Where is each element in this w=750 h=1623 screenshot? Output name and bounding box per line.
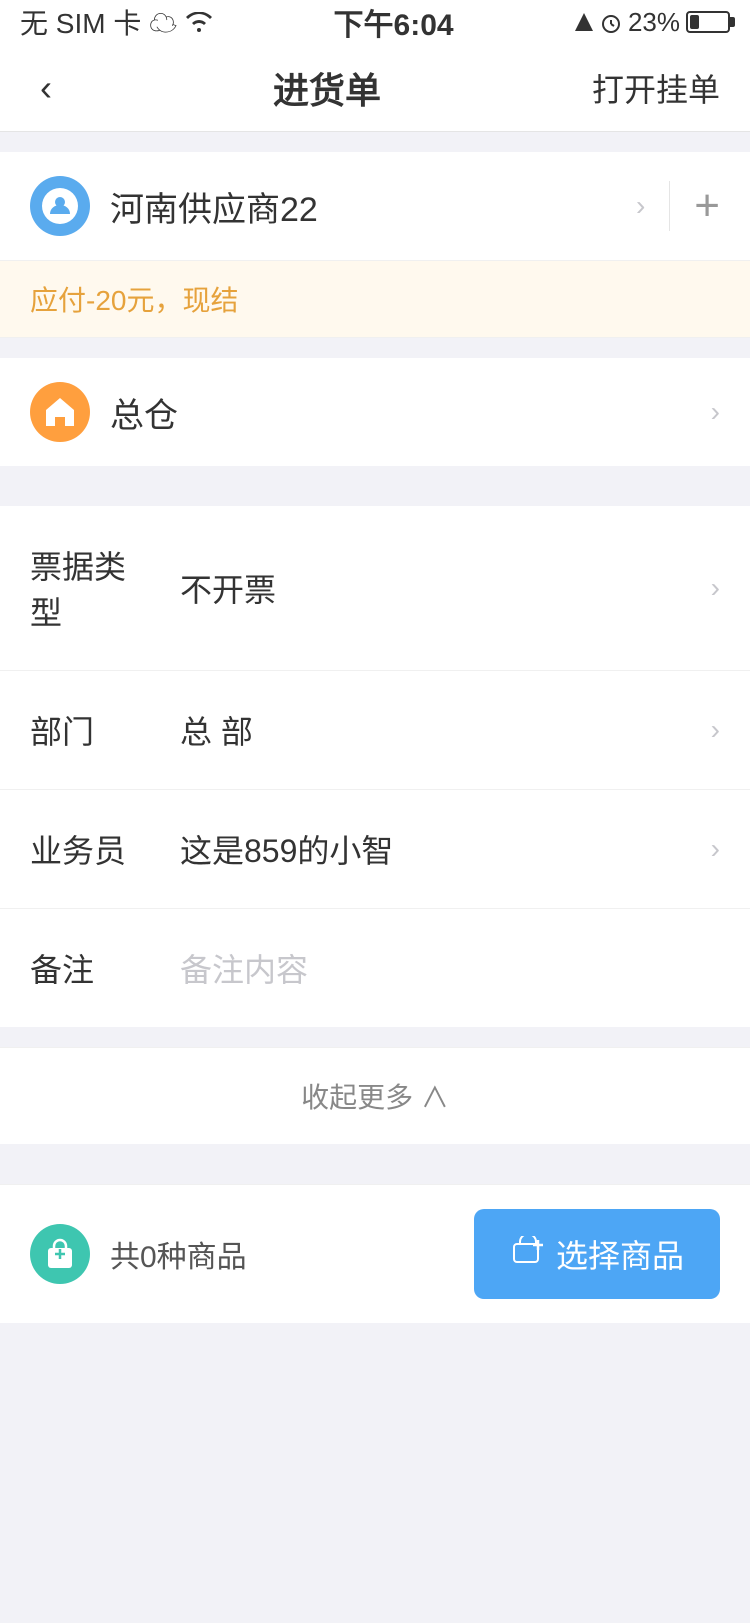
shopping-bag-icon (42, 1236, 78, 1272)
salesman-row[interactable]: 业务员 这是859的小智 › (0, 790, 750, 909)
supplier-avatar (30, 176, 90, 236)
person-icon (48, 194, 72, 218)
warehouse-row[interactable]: 总仓 › (0, 358, 750, 466)
supplier-chevron-icon: › (636, 190, 645, 222)
battery-icon (686, 11, 730, 33)
warehouse-section[interactable]: 总仓 › (0, 358, 750, 466)
supplier-row[interactable]: 河南供应商22 › + (0, 152, 750, 261)
remark-input[interactable]: 备注内容 (150, 945, 720, 991)
page-bg (0, 1323, 750, 1623)
alarm-icon (600, 11, 622, 33)
salesman-value: 这是859的小智 (150, 826, 711, 872)
cart-icon (510, 1236, 546, 1272)
supplier-section: 河南供应商22 › + 应付-20元，现结 (0, 152, 750, 338)
status-left: 无 SIM 卡 ☁ (20, 2, 213, 42)
bottom-bar: 共0种商品 选择商品 (0, 1184, 750, 1323)
house-icon (42, 394, 78, 430)
open-pending-button[interactable]: 打开挂单 (592, 65, 720, 111)
bill-type-chevron-icon: › (711, 572, 720, 604)
bill-type-value: 不开票 (150, 565, 711, 611)
collapse-button[interactable]: 收起更多 ∧ (0, 1047, 750, 1144)
remark-row[interactable]: 备注 备注内容 (0, 909, 750, 1027)
add-button[interactable]: + (694, 184, 720, 228)
page-title: 进货单 (273, 62, 381, 114)
vertical-divider (669, 181, 670, 231)
remark-label: 备注 (30, 945, 150, 991)
battery-percent: 23% (628, 7, 680, 38)
back-button[interactable]: ‹ (30, 57, 62, 119)
select-product-label: 选择商品 (556, 1231, 684, 1277)
notice-bar: 应付-20元，现结 (0, 261, 750, 338)
status-right: 23% (574, 7, 730, 38)
warehouse-name: 总仓 (110, 388, 711, 437)
section-gap-4 (0, 1144, 750, 1164)
bill-type-label: 票据类型 (30, 542, 150, 634)
dept-label: 部门 (30, 707, 150, 753)
warehouse-icon (30, 382, 90, 442)
bill-type-row[interactable]: 票据类型 不开票 › (0, 506, 750, 671)
product-count-icon (30, 1224, 90, 1284)
nav-bar: ‹ 进货单 打开挂单 (0, 44, 750, 132)
status-bar: 无 SIM 卡 ☁ 下午6:04 23% (0, 0, 750, 44)
section-gap-2 (0, 338, 750, 358)
warehouse-chevron-icon: › (711, 396, 720, 428)
section-gap-3 (0, 466, 750, 486)
select-product-button[interactable]: 选择商品 (474, 1209, 720, 1299)
section-gap-1 (0, 132, 750, 152)
dept-value: 总 部 (150, 707, 711, 753)
salesman-chevron-icon: › (711, 833, 720, 865)
location-icon (574, 12, 594, 32)
supplier-name: 河南供应商22 (110, 182, 636, 231)
avatar-inner (42, 188, 78, 224)
status-time: 下午6:04 (334, 0, 454, 44)
product-count-text: 共0种商品 (110, 1232, 474, 1276)
form-section: 票据类型 不开票 › 部门 总 部 › 业务员 这是859的小智 › 备注 备注… (0, 506, 750, 1027)
dept-row[interactable]: 部门 总 部 › (0, 671, 750, 790)
wifi-icon (185, 12, 213, 32)
signal-text: 无 SIM 卡 ☁ (20, 2, 177, 42)
salesman-label: 业务员 (30, 826, 150, 872)
dept-chevron-icon: › (711, 714, 720, 746)
